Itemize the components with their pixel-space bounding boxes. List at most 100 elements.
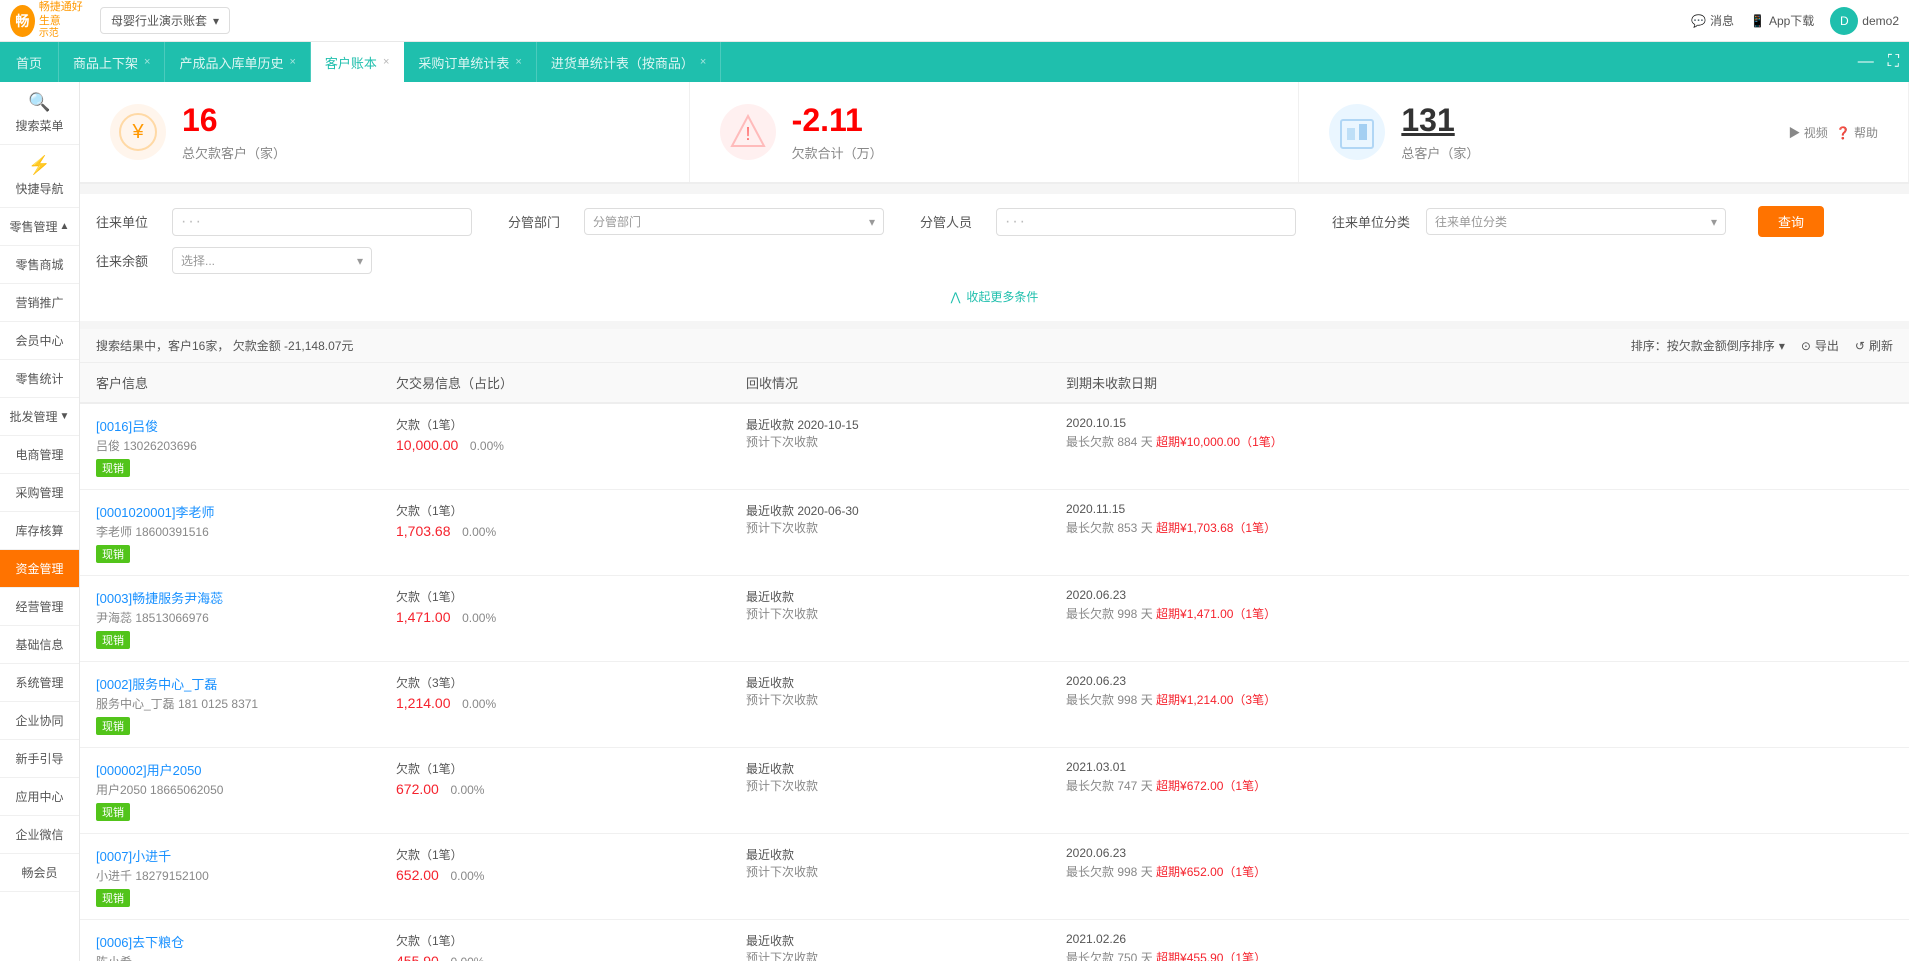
overdue-cell: 2020.10.15 最长欠款 884 天 超期¥10,000.00（1笔） xyxy=(1066,416,1893,450)
tab-close-icon[interactable]: × xyxy=(289,56,295,68)
col-customer-info: 客户信息 xyxy=(96,373,396,392)
sidebar-item-enterprise[interactable]: 企业协同 xyxy=(0,702,79,740)
stat-info-debt-total: -2.11 欠款合计（万） xyxy=(792,102,883,162)
user-avatar-btn[interactable]: D demo2 xyxy=(1830,7,1899,35)
debt-info-cell: 欠款（1笔） 1,471.00 0.00% xyxy=(396,588,746,625)
overdue-date: 2020.06.23 xyxy=(1066,674,1893,688)
debt-info-cell: 欠款（1笔） 10,000.00 0.00% xyxy=(396,416,746,453)
sidebar-item-retail-mgmt[interactable]: 零售管理 ▲ xyxy=(0,208,79,246)
sidebar-item-finance[interactable]: 资金管理 xyxy=(0,550,79,588)
sidebar-item-ecommerce[interactable]: 电商管理 xyxy=(0,436,79,474)
sidebar-item-search-menu[interactable]: 🔍 搜索菜单 xyxy=(0,82,79,145)
customer-name[interactable]: [000002]用户2050 xyxy=(96,760,396,779)
balance-select[interactable]: 选择... ▾ xyxy=(172,247,372,274)
customer-name[interactable]: [0007]小进千 xyxy=(96,846,396,865)
sidebar-item-retail-store[interactable]: 零售商城 xyxy=(0,246,79,284)
stat-icon-customers: ¥ xyxy=(110,104,166,160)
sidebar-item-quick-nav[interactable]: ⚡ 快捷导航 xyxy=(0,145,79,208)
sidebar-item-newbie[interactable]: 新手引导 xyxy=(0,740,79,778)
sidebar-item-marketing[interactable]: 营销推广 xyxy=(0,284,79,322)
table-row: [0003]畅捷服务尹海蕊 尹海蕊 18513066976 现销 欠款（1笔） … xyxy=(80,576,1909,662)
overdue-amount[interactable]: 超期¥455.90（1笔） xyxy=(1156,951,1266,961)
query-button[interactable]: 查询 xyxy=(1758,206,1824,237)
next-collection: 预计下次收款 xyxy=(746,691,1066,708)
tab-home[interactable]: 首页 xyxy=(0,42,59,82)
customer-info-cell: [0001020001]李老师 李老师 18600391516 现销 xyxy=(96,502,396,563)
debt-ratio: 0.00% xyxy=(462,697,496,711)
tab-product-status[interactable]: 商品上下架 × xyxy=(59,42,165,82)
tab-customer-account[interactable]: 客户账本 × xyxy=(311,42,404,82)
overdue-amount[interactable]: 超期¥10,000.00（1笔） xyxy=(1156,435,1283,449)
debt-amount: 652.00 xyxy=(396,867,439,883)
customer-info-cell: [0006]去下粮仓 陈小希 现销 xyxy=(96,932,396,961)
sidebar-item-app-center[interactable]: 应用中心 xyxy=(0,778,79,816)
next-collection: 预计下次收款 xyxy=(746,433,1066,450)
sidebar-item-batch-mgmt[interactable]: 批发管理 ▼ xyxy=(0,398,79,436)
vendor-dots: ··· xyxy=(181,213,203,231)
debt-ratio: 0.00% xyxy=(470,439,504,453)
sidebar-item-basic-info[interactable]: 基础信息 xyxy=(0,626,79,664)
video-label[interactable]: ▶ 视频 xyxy=(1788,124,1827,141)
industry-selector[interactable]: 母婴行业演示账套 ▾ xyxy=(100,7,230,34)
collapse-row[interactable]: ⋀ 收起更多条件 xyxy=(96,284,1893,309)
minimize-icon[interactable]: — xyxy=(1854,53,1878,71)
customer-name[interactable]: [0003]畅捷服务尹海蕊 xyxy=(96,588,396,607)
latest-date: 最近收款 xyxy=(746,932,1066,949)
sidebar-item-member-center[interactable]: 会员中心 xyxy=(0,322,79,360)
result-actions: 排序：按欠款金额倒序排序 ▾ ⊙ 导出 ↺ 刷新 xyxy=(1631,337,1893,354)
customer-name[interactable]: [0006]去下粮仓 xyxy=(96,932,396,951)
sidebar-item-vip-member[interactable]: 畅会员 xyxy=(0,854,79,892)
tab-product-history[interactable]: 产成品入库单历史 × xyxy=(165,42,310,82)
sidebar-item-operations[interactable]: 经营管理 xyxy=(0,588,79,626)
message-btn[interactable]: 💬 消息 xyxy=(1691,12,1734,29)
sidebar-item-retail-stats[interactable]: 零售统计 xyxy=(0,360,79,398)
person-dots: ··· xyxy=(1005,213,1027,231)
customer-name[interactable]: [0001020001]李老师 xyxy=(96,502,396,521)
customer-contact: 尹海蕊 18513066976 xyxy=(96,609,396,626)
customer-name[interactable]: [0016]吕俊 xyxy=(96,416,396,435)
tab-close-icon[interactable]: × xyxy=(515,56,521,68)
customer-tag: 现销 xyxy=(96,889,130,907)
customer-info-cell: [0002]服务中心_丁磊 服务中心_丁磊 181 0125 8371 现销 xyxy=(96,674,396,735)
tab-purchase-order[interactable]: 采购订单统计表 × xyxy=(404,42,536,82)
overdue-amount[interactable]: 超期¥1,703.68（1笔） xyxy=(1156,521,1276,535)
debt-info-cell: 欠款（1笔） 1,703.68 0.00% xyxy=(396,502,746,539)
sidebar-item-inventory[interactable]: 库存核算 xyxy=(0,512,79,550)
tab-close-icon[interactable]: × xyxy=(144,56,150,68)
person-input[interactable]: ··· xyxy=(996,208,1296,236)
overdue-amount[interactable]: 超期¥1,471.00（1笔） xyxy=(1156,607,1276,621)
tab-close-icon[interactable]: × xyxy=(700,56,706,68)
export-button[interactable]: ⊙ 导出 xyxy=(1801,337,1839,354)
category-select[interactable]: 往来单位分类 ▾ xyxy=(1426,208,1726,235)
sort-button[interactable]: 排序：按欠款金额倒序排序 ▾ xyxy=(1631,337,1785,354)
vendor-label: 往来单位 xyxy=(96,212,156,231)
stats-row: ¥ 16 总欠款客户（家） ! -2.11 欠款合计（万） xyxy=(80,82,1909,184)
overdue-cell: 2020.06.23 最长欠款 998 天 超期¥652.00（1笔） xyxy=(1066,846,1893,880)
chevron-down-icon: ▾ xyxy=(357,254,363,268)
tab-purchase-stats[interactable]: 进货单统计表（按商品） × xyxy=(537,42,721,82)
top-right: 💬 消息 📱 App下载 D demo2 xyxy=(1691,7,1899,35)
sidebar-item-purchase-mgmt[interactable]: 采购管理 xyxy=(0,474,79,512)
top-bar: 畅 畅捷通好生意 示范 母婴行业演示账套 ▾ 💬 消息 📱 App下载 D de… xyxy=(0,0,1909,42)
sidebar-item-enterprise-wechat[interactable]: 企业微信 xyxy=(0,816,79,854)
customer-name[interactable]: [0002]服务中心_丁磊 xyxy=(96,674,396,693)
message-icon: 💬 xyxy=(1691,14,1706,28)
overdue-amount[interactable]: 超期¥652.00（1笔） xyxy=(1156,865,1266,879)
overdue-amount[interactable]: 超期¥672.00（1笔） xyxy=(1156,779,1266,793)
sidebar-item-system[interactable]: 系统管理 xyxy=(0,664,79,702)
dept-select[interactable]: 分管部门 ▾ xyxy=(584,208,884,235)
next-collection: 预计下次收款 xyxy=(746,949,1066,961)
maximize-icon[interactable]: ⛶ xyxy=(1884,53,1903,71)
customer-contact: 服务中心_丁磊 181 0125 8371 xyxy=(96,695,396,712)
tab-close-icon[interactable]: × xyxy=(383,56,389,68)
logo-icon: 畅 xyxy=(10,5,35,37)
refresh-button[interactable]: ↺ 刷新 xyxy=(1855,337,1893,354)
app-download-btn[interactable]: 📱 App下载 xyxy=(1750,12,1814,29)
help-label[interactable]: ❓ 帮助 xyxy=(1836,124,1878,141)
table-row: [000002]用户2050 用户2050 18665062050 现销 欠款（… xyxy=(80,748,1909,834)
vendor-input[interactable]: ··· xyxy=(172,208,472,236)
customer-tag: 现销 xyxy=(96,545,130,563)
filter-row-1: 往来单位 ··· 分管部门 分管部门 ▾ 分管人员 ··· 往来单位分类 往来单… xyxy=(96,206,1893,237)
next-collection: 预计下次收款 xyxy=(746,519,1066,536)
overdue-amount[interactable]: 超期¥1,214.00（3笔） xyxy=(1156,693,1276,707)
